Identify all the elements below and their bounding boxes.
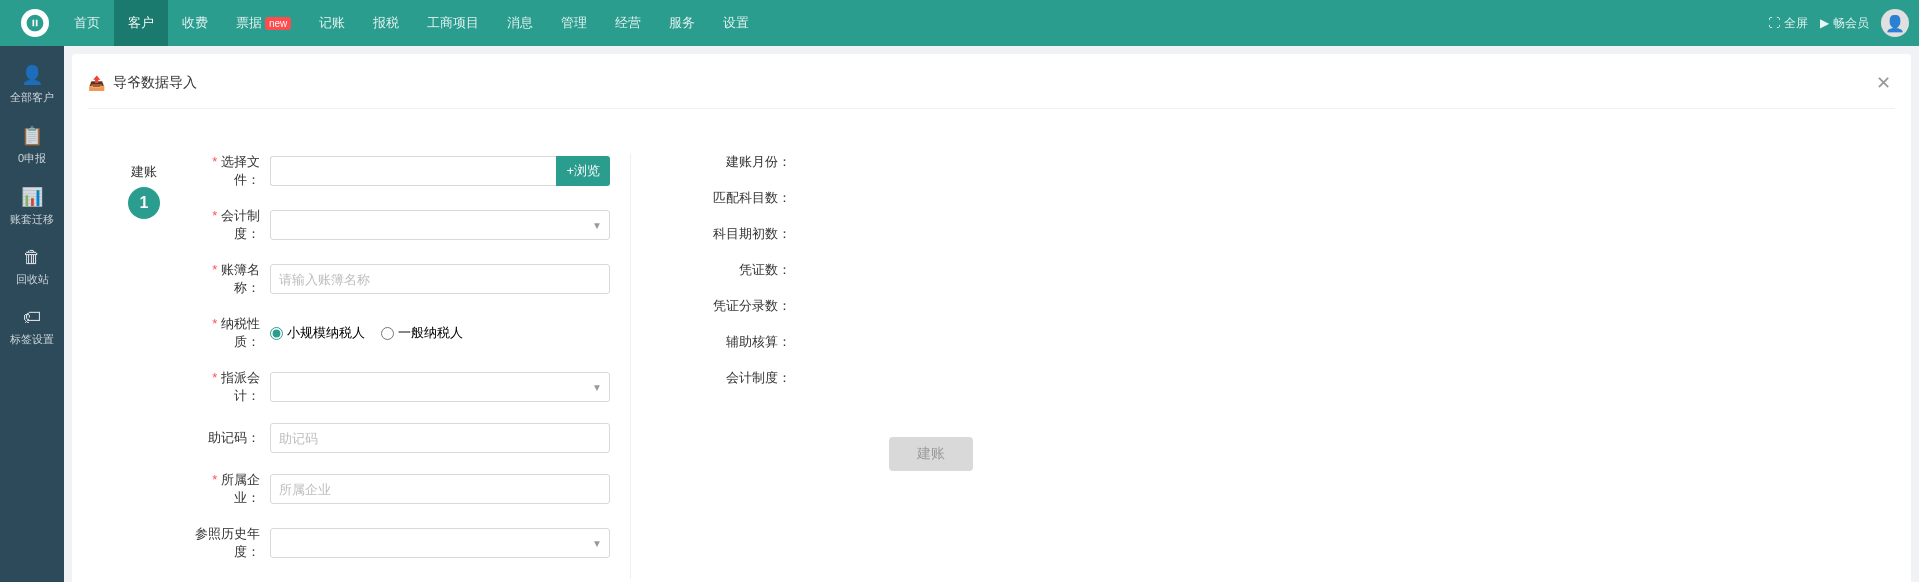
- assign-accountant-row: * 指派会计： ▼: [190, 369, 610, 405]
- step-circle: 1: [128, 187, 160, 219]
- logo-area[interactable]: [10, 9, 60, 37]
- all-customers-icon: 👤: [21, 64, 43, 86]
- tax-nature-label: * 纳税性质：: [190, 315, 270, 351]
- tag-icon: 🏷: [23, 307, 41, 328]
- assign-accountant-label: * 指派会计：: [190, 369, 270, 405]
- invoice-badge: new: [265, 17, 291, 30]
- file-input[interactable]: [270, 156, 556, 186]
- memo-input[interactable]: [270, 423, 610, 453]
- tax-general[interactable]: 一般纳税人: [381, 324, 463, 342]
- auxiliary-label: 辅助核算：: [711, 333, 801, 351]
- fullscreen-btn[interactable]: ⛶ 全屏: [1768, 15, 1808, 32]
- sidebar-item-account-migration[interactable]: 📊 账套迁移: [0, 178, 64, 235]
- top-nav: 首页 客户 收费 票据 new 记账 报税 工商项目 消息 管理 经营 服务 设…: [0, 0, 1919, 46]
- tax-small-scale[interactable]: 小规模纳税人: [270, 324, 365, 342]
- browse-button[interactable]: +浏览: [556, 156, 610, 186]
- history-year-select[interactable]: [270, 528, 610, 558]
- tax-nature-group: 小规模纳税人 一般纳税人: [270, 324, 610, 342]
- sidebar-item-declaration[interactable]: 📋 0申报: [0, 117, 64, 174]
- nav-item-business[interactable]: 经营: [601, 0, 655, 46]
- assign-accountant-select[interactable]: [270, 372, 610, 402]
- voucher-label: 凭证数：: [711, 261, 801, 279]
- tax-small-radio[interactable]: [270, 327, 283, 340]
- layout: 👤 全部客户 📋 0申报 📊 账套迁移 🗑 回收站 🏷 标签设置 📤 导爷: [0, 46, 1919, 582]
- match-subjects-field: 匹配科目数：: [711, 189, 1051, 207]
- accounting-system2-label: 会计制度：: [711, 369, 801, 387]
- build-month-field: 建账月份：: [711, 153, 1051, 171]
- nav-item-fee[interactable]: 收费: [168, 0, 222, 46]
- history-year-select-wrapper: ▼: [270, 528, 610, 558]
- main-content: 📤 导爷数据导入 ✕ 建账 1 * 选择文件：: [64, 46, 1919, 582]
- nav-right: ⛶ 全屏 ▶ 畅会员 👤: [1768, 9, 1909, 37]
- history-year-label: 参照历史年度：: [190, 525, 270, 561]
- accounting-system-row: * 会计制度： ▼: [190, 207, 610, 243]
- nav-item-customer[interactable]: 客户: [114, 0, 168, 46]
- file-input-group: +浏览: [270, 156, 610, 186]
- page-body: 📤 导爷数据导入 ✕ 建账 1 * 选择文件：: [72, 54, 1911, 582]
- nav-item-invoice[interactable]: 票据 new: [222, 0, 305, 46]
- nav-item-account[interactable]: 记账: [305, 0, 359, 46]
- affiliated-company-label: * 所属企业：: [190, 471, 270, 507]
- close-button[interactable]: ✕: [1872, 70, 1895, 96]
- page-title-area: 📤 导爷数据导入: [88, 74, 197, 92]
- recycle-icon: 🗑: [23, 247, 41, 268]
- sidebar-item-all-customers[interactable]: 👤 全部客户: [0, 56, 64, 113]
- build-month-label: 建账月份：: [711, 153, 801, 171]
- nav-item-home[interactable]: 首页: [60, 0, 114, 46]
- ledger-name-label: * 账簿名称：: [190, 261, 270, 297]
- logo-icon: [21, 9, 49, 37]
- affiliated-company-input[interactable]: [270, 474, 610, 504]
- nav-item-message[interactable]: 消息: [493, 0, 547, 46]
- voucher-entries-label: 凭证分录数：: [711, 297, 801, 315]
- voucher-entries-field: 凭证分录数：: [711, 297, 1051, 315]
- sidebar-item-recycle[interactable]: 🗑 回收站: [0, 239, 64, 295]
- sidebar: 👤 全部客户 📋 0申报 📊 账套迁移 🗑 回收站 🏷 标签设置: [0, 46, 64, 582]
- accounting-system-select[interactable]: [270, 210, 610, 240]
- nav-item-settings[interactable]: 设置: [709, 0, 763, 46]
- nav-item-manage[interactable]: 管理: [547, 0, 601, 46]
- fullscreen-icon: ⛶: [1768, 16, 1780, 30]
- step-label: 建账: [131, 163, 157, 181]
- history-year-row: 参照历史年度： ▼: [190, 525, 610, 561]
- ledger-name-input[interactable]: [270, 264, 610, 294]
- memo-label: 助记码：: [190, 429, 270, 447]
- page-header: 📤 导爷数据导入 ✕: [88, 70, 1895, 109]
- memo-row: 助记码：: [190, 423, 610, 453]
- match-subjects-label: 匹配科目数：: [711, 189, 801, 207]
- auxiliary-field: 辅助核算：: [711, 333, 1051, 351]
- assign-accountant-select-wrapper: ▼: [270, 372, 610, 402]
- declaration-icon: 📋: [21, 125, 43, 147]
- tax-nature-row: * 纳税性质： 小规模纳税人 一般纳税人: [190, 315, 610, 351]
- form-left: * 选择文件： +浏览 * 会计制度：: [190, 153, 610, 579]
- nav-items: 首页 客户 收费 票据 new 记账 报税 工商项目 消息 管理 经营 服务 设…: [60, 0, 1768, 46]
- nav-item-industrial[interactable]: 工商项目: [413, 0, 493, 46]
- avatar[interactable]: 👤: [1881, 9, 1909, 37]
- nav-item-service[interactable]: 服务: [655, 0, 709, 46]
- page-title: 导爷数据导入: [113, 74, 197, 92]
- vertical-divider: [630, 153, 631, 579]
- voucher-field: 凭证数：: [711, 261, 1051, 279]
- accounting-system-label: * 会计制度：: [190, 207, 270, 243]
- migration-icon: 📊: [21, 186, 43, 208]
- file-row: * 选择文件： +浏览: [190, 153, 610, 189]
- member-btn[interactable]: ▶ 畅会员: [1820, 15, 1869, 32]
- build-account-button[interactable]: 建账: [889, 437, 973, 471]
- title-icon: 📤: [88, 75, 105, 91]
- accounting-system-select-wrapper: ▼: [270, 210, 610, 240]
- period-init-label: 科目期初数：: [711, 225, 801, 243]
- form-right: 建账月份： 匹配科目数： 科目期初数： 凭证数：: [651, 153, 1051, 579]
- sidebar-item-tag-settings[interactable]: 🏷 标签设置: [0, 299, 64, 355]
- affiliated-company-row: * 所属企业：: [190, 471, 610, 507]
- accounting-system2-field: 会计制度：: [711, 369, 1051, 387]
- tax-general-radio[interactable]: [381, 327, 394, 340]
- play-icon: ▶: [1820, 16, 1829, 30]
- nav-item-tax[interactable]: 报税: [359, 0, 413, 46]
- file-label: * 选择文件：: [190, 153, 270, 189]
- form-container: 建账 1 * 选择文件： +浏览: [88, 133, 1895, 582]
- period-init-field: 科目期初数：: [711, 225, 1051, 243]
- step-indicator: 建账 1: [128, 153, 160, 579]
- ledger-name-row: * 账簿名称：: [190, 261, 610, 297]
